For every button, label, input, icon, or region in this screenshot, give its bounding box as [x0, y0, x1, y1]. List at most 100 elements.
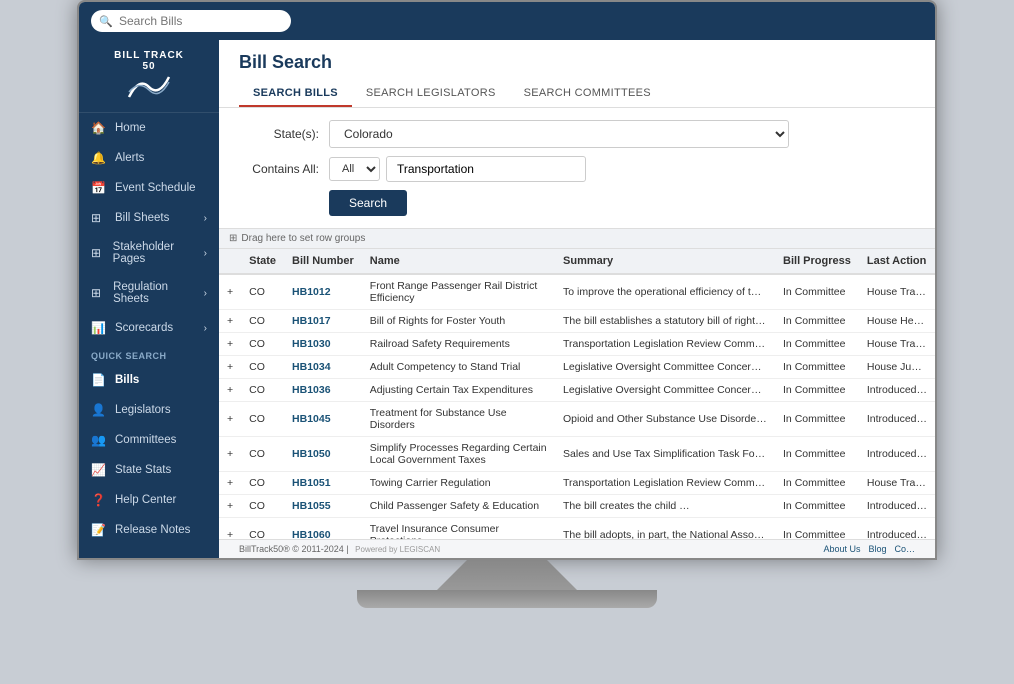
row-name-4: Adjusting Certain Tax Expenditures: [362, 379, 555, 402]
row-expand-5[interactable]: +: [219, 402, 241, 437]
row-name-8: Child Passenger Safety & Education: [362, 495, 555, 518]
row-bill-number-5[interactable]: HB1045: [284, 402, 362, 437]
home-icon: 🏠: [91, 121, 107, 135]
row-expand-8[interactable]: +: [219, 495, 241, 518]
table-header-row: State Bill Number Name Summary Bill Prog…: [219, 249, 935, 274]
row-state-9: CO: [241, 518, 284, 540]
main-content: Bill Search SEARCH BILLS SEARCH LEGISLAT…: [219, 40, 935, 558]
row-last-action-6: Introduced…: [859, 437, 935, 472]
sidebar-item-bills[interactable]: 📄 Bills: [79, 365, 219, 395]
drag-icon: ⊞: [229, 233, 237, 244]
row-expand-2[interactable]: +: [219, 333, 241, 356]
row-progress-3: In Committee: [775, 356, 859, 379]
logo-icon: [124, 72, 174, 102]
table-row: + CO HB1051 Towing Carrier Regulation Tr…: [219, 472, 935, 495]
contact-link[interactable]: Co…: [894, 544, 915, 554]
tab-search-bills[interactable]: SEARCH BILLS: [239, 81, 352, 107]
col-bill-number[interactable]: Bill Number: [284, 249, 362, 274]
sidebar-item-release-notes[interactable]: 📝 Release Notes: [79, 515, 219, 545]
row-expand-9[interactable]: +: [219, 518, 241, 540]
row-bill-number-4[interactable]: HB1036: [284, 379, 362, 402]
col-last-action[interactable]: Last Action: [859, 249, 935, 274]
person-icon: 👤: [91, 403, 107, 417]
sidebar-item-state-stats[interactable]: 📈 State Stats: [79, 455, 219, 485]
row-name-3: Adult Competency to Stand Trial: [362, 356, 555, 379]
row-bill-number-1[interactable]: HB1017: [284, 310, 362, 333]
contains-label: Contains All:: [239, 162, 319, 176]
row-progress-8: In Committee: [775, 495, 859, 518]
row-summary-8: The bill creates the child …: [555, 495, 775, 518]
row-summary-3: Legislative Oversight Committee Concerni…: [555, 356, 775, 379]
row-progress-4: In Committee: [775, 379, 859, 402]
state-label: State(s):: [239, 127, 319, 141]
tab-search-committees[interactable]: SEARCH COMMITTEES: [510, 81, 665, 107]
logo-text: BILL TRACK 50: [114, 50, 184, 72]
row-summary-4: Legislative Oversight Committee Concerni…: [555, 379, 775, 402]
row-expand-4[interactable]: +: [219, 379, 241, 402]
row-name-9: Travel Insurance Consumer Protections: [362, 518, 555, 540]
row-state-5: CO: [241, 402, 284, 437]
row-bill-number-8[interactable]: HB1055: [284, 495, 362, 518]
row-last-action-0: House Tra…: [859, 274, 935, 310]
state-select[interactable]: Colorado: [329, 120, 789, 148]
row-progress-9: In Committee: [775, 518, 859, 540]
row-name-5: Treatment for Substance Use Disorders: [362, 402, 555, 437]
sidebar-item-legislators[interactable]: 👤 Legislators: [79, 395, 219, 425]
top-search-input[interactable]: [91, 10, 291, 32]
row-bill-number-9[interactable]: HB1060: [284, 518, 362, 540]
row-last-action-4: Introduced…: [859, 379, 935, 402]
row-progress-5: In Committee: [775, 402, 859, 437]
row-summary-1: The bill establishes a statutory bill of…: [555, 310, 775, 333]
monitor-stand: [407, 560, 607, 590]
col-state[interactable]: State: [241, 249, 284, 274]
row-bill-number-2[interactable]: HB1030: [284, 333, 362, 356]
contains-select[interactable]: All: [329, 157, 380, 181]
row-bill-number-6[interactable]: HB1050: [284, 437, 362, 472]
row-expand-1[interactable]: +: [219, 310, 241, 333]
col-summary[interactable]: Summary: [555, 249, 775, 274]
col-name[interactable]: Name: [362, 249, 555, 274]
row-summary-7: Transportation Legislation Review Commit…: [555, 472, 775, 495]
search-button[interactable]: Search: [329, 190, 407, 216]
row-bill-number-3[interactable]: HB1034: [284, 356, 362, 379]
tab-search-legislators[interactable]: SEARCH LEGISLATORS: [352, 81, 510, 107]
row-name-2: Railroad Safety Requirements: [362, 333, 555, 356]
contains-input[interactable]: [386, 156, 586, 182]
chevron-right2-icon: ›: [204, 248, 207, 259]
row-last-action-5: Introduced…: [859, 402, 935, 437]
row-name-7: Towing Carrier Regulation: [362, 472, 555, 495]
sidebar-item-stakeholder-pages[interactable]: ⊞ Stakeholder Pages ›: [79, 233, 219, 273]
row-last-action-8: Introduced…: [859, 495, 935, 518]
row-state-0: CO: [241, 274, 284, 310]
sidebar-item-committees[interactable]: 👥 Committees: [79, 425, 219, 455]
group-icon: 👥: [91, 433, 107, 447]
tabs: SEARCH BILLS SEARCH LEGISLATORS SEARCH C…: [239, 81, 915, 107]
col-progress[interactable]: Bill Progress: [775, 249, 859, 274]
row-bill-number-0[interactable]: HB1012: [284, 274, 362, 310]
row-expand-7[interactable]: +: [219, 472, 241, 495]
sidebar-item-bill-sheets[interactable]: ⊞ Bill Sheets ›: [79, 203, 219, 233]
sidebar-item-help-center[interactable]: ❓ Help Center: [79, 485, 219, 515]
page-header: Bill Search SEARCH BILLS SEARCH LEGISLAT…: [219, 40, 935, 108]
drag-hint: ⊞ Drag here to set row groups: [219, 229, 935, 249]
search-form: State(s): Colorado Contains All: All: [219, 108, 935, 229]
row-progress-7: In Committee: [775, 472, 859, 495]
about-us-link[interactable]: About Us: [823, 544, 860, 554]
blog-link[interactable]: Blog: [868, 544, 886, 554]
row-expand-6[interactable]: +: [219, 437, 241, 472]
sidebar-item-home[interactable]: 🏠 Home: [79, 113, 219, 143]
quick-search-label: QUICK SEARCH: [79, 343, 219, 365]
table-row: + CO HB1030 Railroad Safety Requirements…: [219, 333, 935, 356]
sidebar-item-scorecards[interactable]: 📊 Scorecards ›: [79, 313, 219, 343]
calendar-icon: 📅: [91, 181, 107, 195]
sidebar-item-alerts[interactable]: 🔔 Alerts: [79, 143, 219, 173]
row-progress-6: In Committee: [775, 437, 859, 472]
row-expand-3[interactable]: +: [219, 356, 241, 379]
row-bill-number-7[interactable]: HB1051: [284, 472, 362, 495]
row-last-action-7: House Tra…: [859, 472, 935, 495]
sidebar-item-event-schedule[interactable]: 📅 Event Schedule: [79, 173, 219, 203]
page-footer: BillTrack50® © 2011-2024 | Powered by LE…: [219, 539, 935, 558]
sidebar-item-regulation-sheets[interactable]: ⊞ Regulation Sheets ›: [79, 273, 219, 313]
grid3-icon: ⊞: [91, 286, 105, 300]
row-expand-0[interactable]: +: [219, 274, 241, 310]
